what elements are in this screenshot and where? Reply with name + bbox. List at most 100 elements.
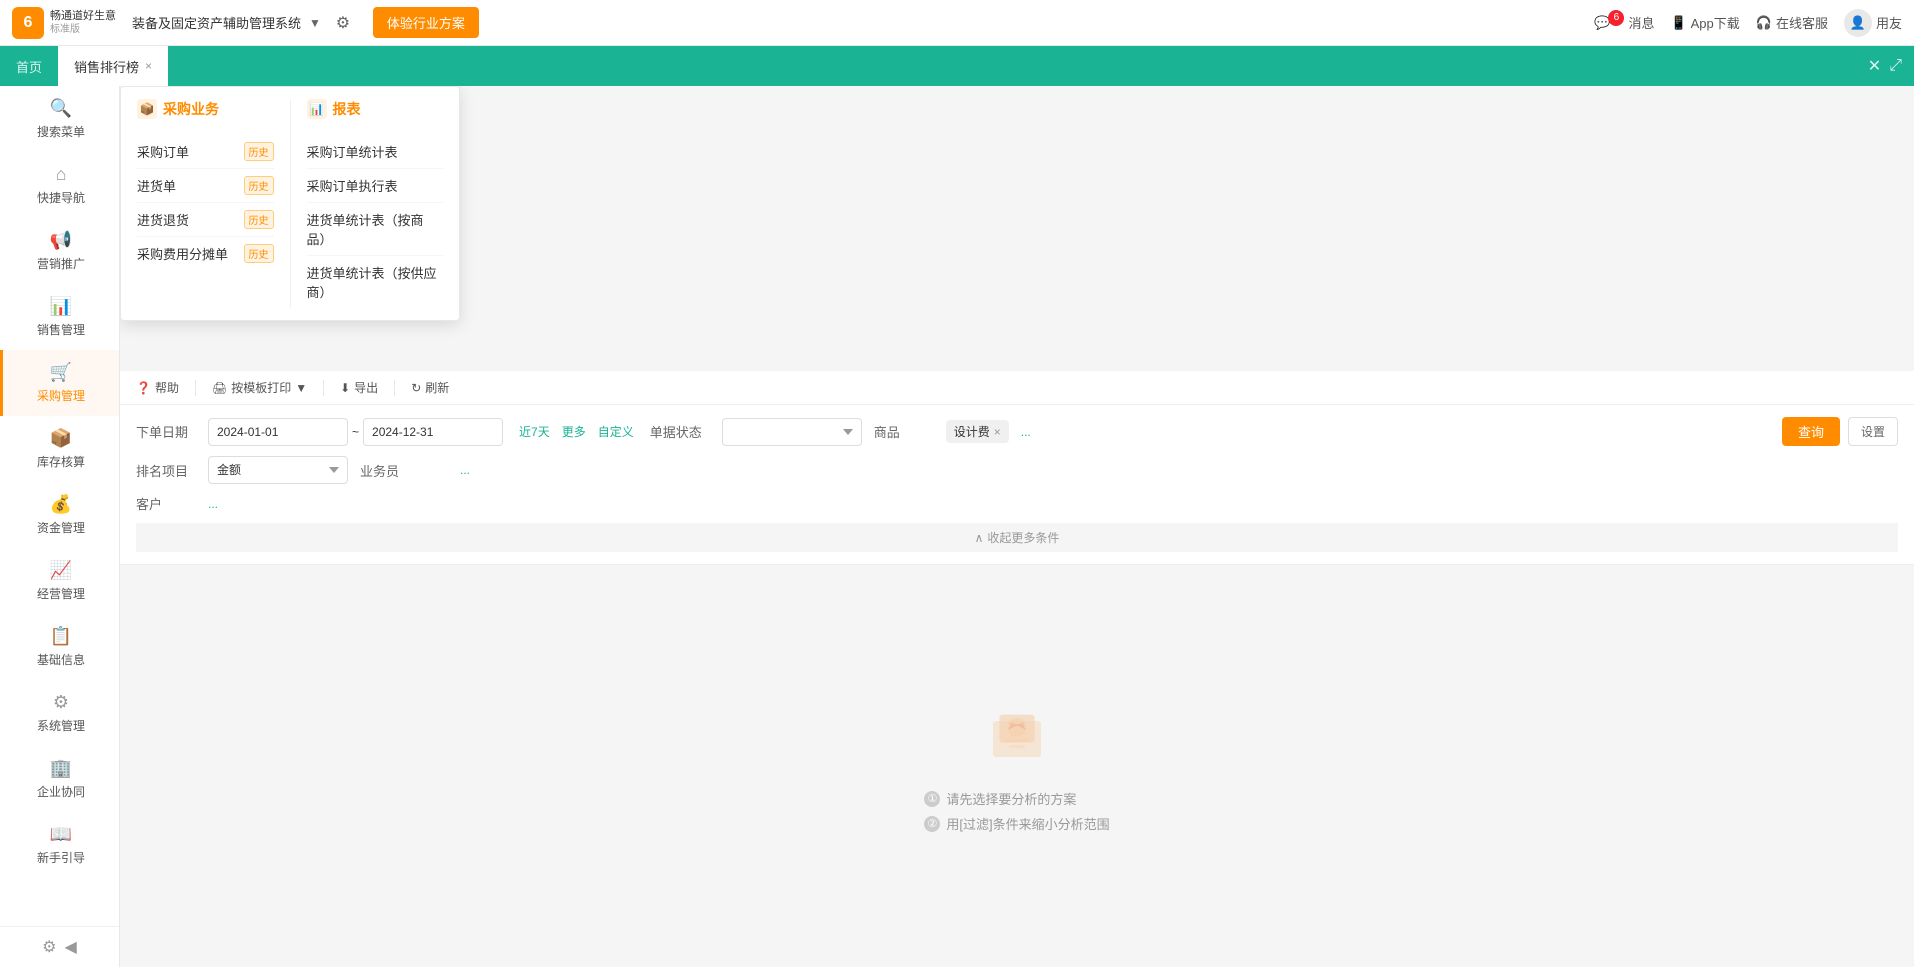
operations-icon: 📈	[50, 560, 72, 581]
purchase-icon: 🛒	[50, 362, 72, 383]
po-exec-item[interactable]: 采购订单执行表	[307, 169, 444, 203]
tab-sales-rank[interactable]: 销售排行榜 ×	[58, 46, 168, 86]
sidebar-item-enterprise[interactable]: 🏢 企业协同	[0, 746, 119, 812]
collapse-bar[interactable]: ∧ 收起更多条件	[136, 523, 1898, 552]
date-end-input[interactable]	[363, 418, 503, 446]
date-shortcuts: 近7天 更多 自定义	[515, 421, 638, 442]
report-col-title-text: 报表	[333, 99, 361, 119]
home-icon: ⌂	[56, 164, 67, 185]
sidebar-item-quick-nav[interactable]: ⌂ 快捷导航	[0, 152, 119, 218]
empty-illustration	[977, 697, 1057, 777]
po-exec-label: 采购订单执行表	[307, 176, 398, 195]
sidebar-item-purchase[interactable]: 🛒 采购管理	[0, 350, 119, 416]
print-label: 按模板打印	[231, 379, 291, 396]
tip-text-1: 请先选择要分析的方案	[946, 789, 1076, 808]
shortcut-7days[interactable]: 近7天	[515, 421, 554, 442]
dropdown-col-report: 📊 报表 采购订单统计表 采购订单执行表 进货单统计表（按商品） 进货单统计表（…	[291, 99, 460, 308]
online-service-btn[interactable]: 🎧 在线客服	[1756, 13, 1828, 32]
goods-more-btn[interactable]: ...	[1021, 425, 1031, 439]
header-title: 装备及固定资产辅助管理系统 ▼ ⚙ 体验行业方案	[132, 7, 1594, 38]
po-stat-label: 采购订单统计表	[307, 142, 398, 161]
customer-more-btn[interactable]: ...	[208, 497, 218, 511]
sidebar-item-inventory[interactable]: 📦 库存核算	[0, 416, 119, 482]
purchase-col-title: 📦 采购业务	[137, 99, 274, 125]
industry-btn[interactable]: 体验行业方案	[373, 7, 479, 38]
sales-icon: 📊	[50, 296, 72, 317]
filter-settings-btn[interactable]: 设置	[1848, 417, 1898, 446]
sidebar-label-system: 系统管理	[37, 717, 85, 734]
message-label: 消息	[1628, 13, 1654, 32]
goods-return-item[interactable]: 进货退货 历史	[137, 203, 274, 237]
sidebar-item-base-info[interactable]: 📋 基础信息	[0, 614, 119, 680]
message-btn[interactable]: 💬 6 消息	[1594, 13, 1654, 32]
purchase-expense-item[interactable]: 采购费用分摊单 历史	[137, 237, 274, 270]
document-status-label: 单据状态	[650, 422, 710, 441]
tab-close-all-btn[interactable]: ✕	[1868, 56, 1881, 76]
sidebar-item-marketing[interactable]: 📢 营销推广	[0, 218, 119, 284]
tab-bar: 首页 销售排行榜 × ✕ ⤢	[0, 46, 1914, 86]
po-stat-item[interactable]: 采购订单统计表	[307, 135, 444, 169]
shortcut-more[interactable]: 更多	[558, 421, 590, 442]
report-col-icon: 📊	[307, 99, 327, 119]
sidebar-collapse-btn[interactable]: ◀	[65, 937, 77, 957]
help-icon: ❓	[136, 381, 151, 395]
shortcut-custom[interactable]: 自定义	[594, 421, 638, 442]
finance-icon: 💰	[50, 494, 72, 515]
print-btn[interactable]: 🖨 按模板打印 ▼	[212, 379, 307, 396]
empty-state: ① 请先选择要分析的方案 ② 用[过滤]条件来缩小分析范围	[120, 565, 1914, 965]
dropdown-columns: 📦 采购业务 采购订单 历史 进货单 历史 进货退货 历史	[121, 99, 459, 308]
refresh-label: 刷新	[425, 379, 449, 396]
sidebar-item-search[interactable]: 🔍 搜索菜单	[0, 86, 119, 152]
salesman-more-btn[interactable]: ...	[460, 463, 470, 477]
tab-bar-end: ✕ ⤢	[1868, 56, 1914, 76]
tab-home[interactable]: 首页	[0, 46, 58, 86]
goods-receipt-badge: 历史	[244, 176, 274, 195]
sidebar-item-sales[interactable]: 📊 销售管理	[0, 284, 119, 350]
app-download-btn[interactable]: 📱 App下载	[1670, 13, 1739, 32]
sidebar-item-finance[interactable]: 💰 资金管理	[0, 482, 119, 548]
tab-expand-btn[interactable]: ⤢	[1889, 57, 1902, 75]
help-btn[interactable]: ❓ 帮助	[136, 379, 179, 396]
user-label: 用友	[1876, 13, 1902, 32]
document-status-select[interactable]	[722, 418, 862, 446]
query-btn[interactable]: 查询	[1782, 417, 1840, 446]
toolbar: ❓ 帮助 🖨 按模板打印 ▼ ⬇ 导出 ↻ 刷新	[120, 371, 1914, 405]
content-area: 📦 采购业务 采购订单 历史 进货单 历史 进货退货 历史	[120, 86, 1914, 967]
goods-receipt-item[interactable]: 进货单 历史	[137, 169, 274, 203]
rank-select[interactable]: 金额	[208, 456, 348, 484]
goods-stat-by-supplier-item[interactable]: 进货单统计表（按供应商）	[307, 256, 444, 308]
base-info-icon: 📋	[50, 626, 72, 647]
purchase-col-title-text: 采购业务	[163, 99, 219, 119]
avatar: 👤	[1844, 9, 1872, 37]
export-icon: ⬇	[340, 381, 350, 395]
tab-close-btn[interactable]: ×	[145, 59, 152, 73]
sidebar-item-guide[interactable]: 📖 新手引导	[0, 812, 119, 878]
date-start-input[interactable]	[208, 418, 348, 446]
user-btn[interactable]: 👤 用友	[1844, 9, 1902, 37]
sidebar-label-guide: 新手引导	[37, 849, 85, 866]
system-dropdown-btn[interactable]: ▼	[309, 16, 321, 30]
purchase-col-icon: 📦	[137, 99, 157, 119]
purchase-order-item[interactable]: 采购订单 历史	[137, 135, 274, 169]
header-settings-btn[interactable]: ⚙	[329, 9, 357, 37]
sidebar-item-operations[interactable]: 📈 经营管理	[0, 548, 119, 614]
main-layout: 🔍 搜索菜单 ⌂ 快捷导航 📢 营销推广 📊 销售管理 🛒 采购管理 📦 库存核…	[0, 86, 1914, 967]
date-label: 下单日期	[136, 422, 196, 441]
tab-sales-rank-label: 销售排行榜	[74, 57, 139, 76]
salesman-label: 业务员	[360, 461, 420, 480]
export-btn[interactable]: ⬇ 导出	[340, 379, 378, 396]
app-name: 畅通道好生意	[50, 9, 116, 23]
sidebar-item-system[interactable]: ⚙ 系统管理	[0, 680, 119, 746]
toolbar-divider-1	[195, 380, 196, 396]
sidebar-label-operations: 经营管理	[37, 585, 85, 602]
app-download-label: App下载	[1691, 13, 1740, 32]
refresh-btn[interactable]: ↻ 刷新	[411, 379, 449, 396]
sidebar-label-marketing: 营销推广	[37, 255, 85, 272]
goods-stat-by-goods-item[interactable]: 进货单统计表（按商品）	[307, 203, 444, 256]
sidebar-settings-btn[interactable]: ⚙	[42, 937, 56, 957]
goods-tag-remove[interactable]: ×	[994, 425, 1001, 439]
message-badge: 6	[1608, 10, 1624, 26]
collapse-chevron: ∧	[975, 531, 984, 545]
app-edition: 标准版	[50, 23, 116, 36]
logo-text: 畅通道好生意 标准版	[50, 9, 116, 36]
